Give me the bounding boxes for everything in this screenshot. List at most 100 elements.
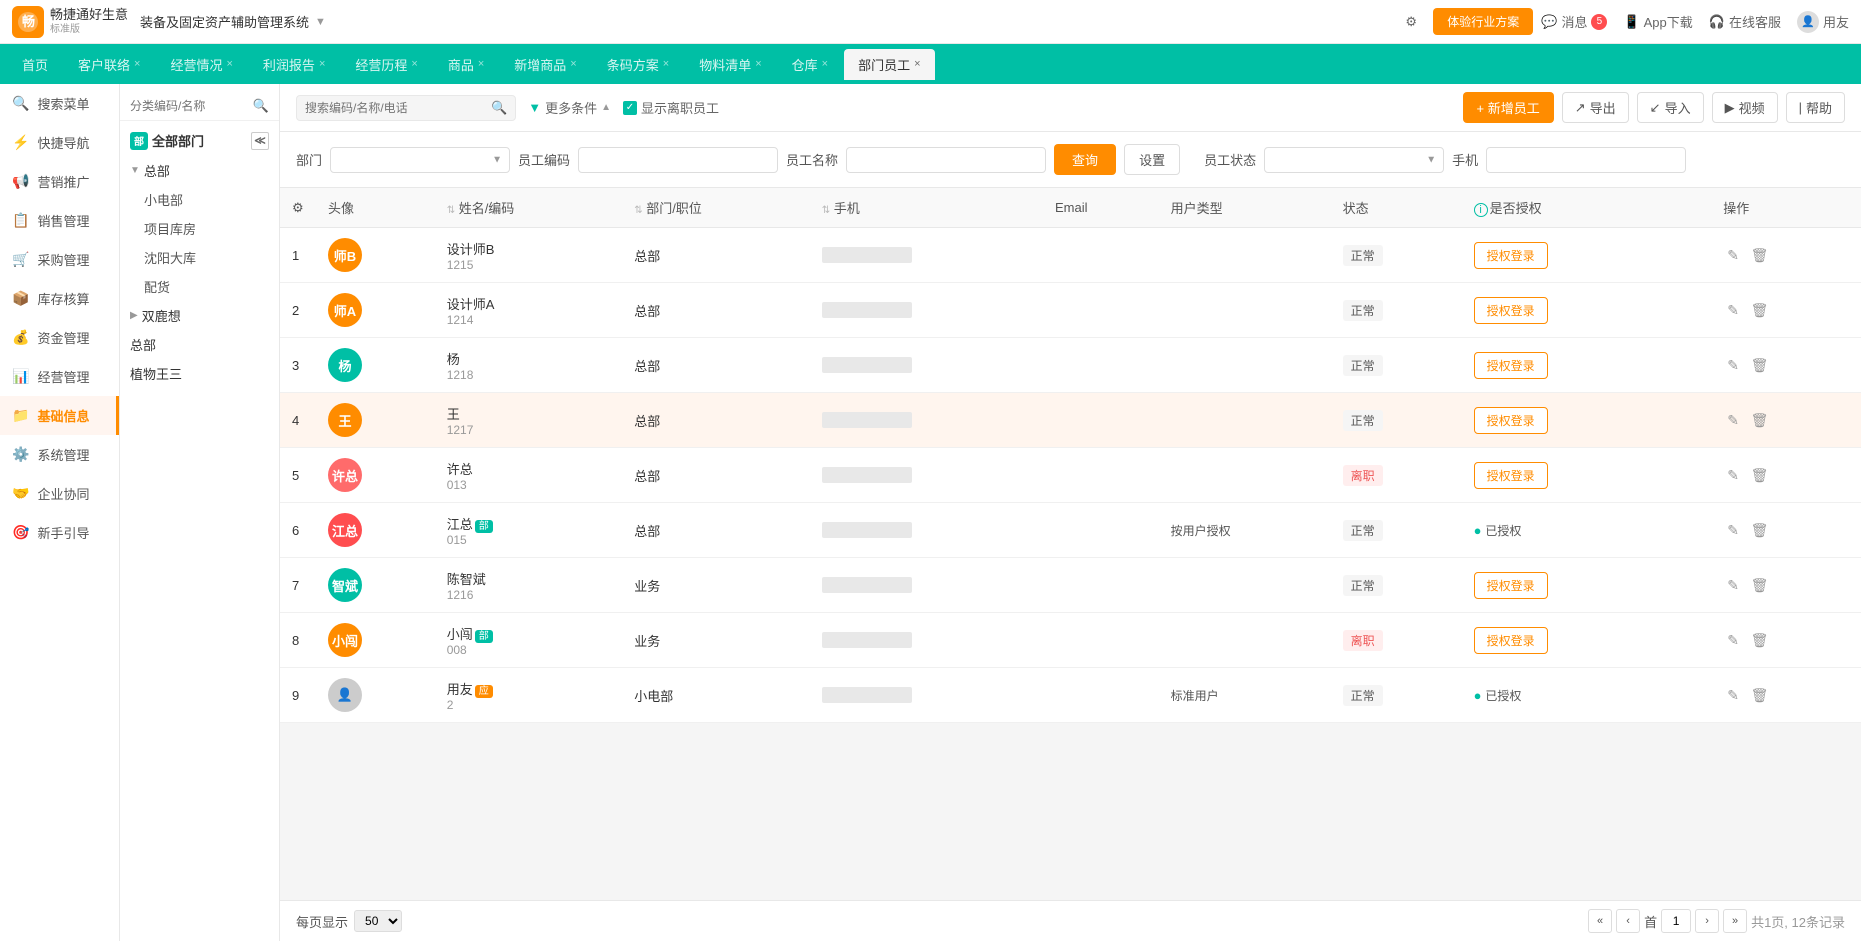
online-service-btn[interactable]: 🎧 在线客服 [1709, 12, 1781, 31]
sidebar-item-营销推广[interactable]: 📢营销推广 [0, 162, 119, 201]
auth-login-btn[interactable]: 授权登录 [1474, 407, 1548, 434]
edit-btn[interactable]: ✎ [1723, 465, 1743, 486]
trial-button[interactable]: 体验行业方案 [1433, 8, 1533, 35]
edit-btn[interactable]: ✎ [1723, 630, 1743, 651]
set-btn[interactable]: 设置 [1124, 144, 1180, 175]
delete-btn[interactable]: 🗑 [1747, 410, 1773, 431]
import-btn[interactable]: ↙ 导入 [1637, 92, 1704, 123]
delete-btn[interactable]: 🗑 [1747, 630, 1773, 651]
col-dept[interactable]: ⇅ 部门/职位 [622, 188, 810, 228]
first-page-btn[interactable]: « [1588, 909, 1612, 933]
tab-close-icon[interactable]: × [478, 58, 484, 70]
next-page-btn[interactable]: › [1695, 909, 1719, 933]
help-btn[interactable]: | 帮助 [1786, 92, 1845, 123]
tree-node-xiangmukufang[interactable]: 项目库房 [120, 214, 279, 243]
edit-btn[interactable]: ✎ [1723, 245, 1743, 266]
emp-name-input[interactable] [846, 147, 1046, 173]
tab-close-icon[interactable]: × [319, 58, 325, 70]
sidebar-item-快捷导航[interactable]: ⚡快捷导航 [0, 123, 119, 162]
phone-input[interactable] [1486, 147, 1686, 173]
tab-close-icon[interactable]: × [570, 58, 576, 70]
col-settings[interactable]: ⚙ [280, 188, 316, 228]
message-btn[interactable]: 💬 消息 5 [1541, 12, 1607, 31]
sidebar-item-经营管理[interactable]: 📊经营管理 [0, 357, 119, 396]
sidebar-item-资金管理[interactable]: 💰资金管理 [0, 318, 119, 357]
tab-close-icon[interactable]: × [663, 58, 669, 70]
tree-node-xiaodibu[interactable]: 小电部 [120, 185, 279, 214]
user-btn[interactable]: 👤 用友 [1797, 11, 1849, 33]
app-download-btn[interactable]: 📱 App下载 [1623, 12, 1692, 31]
tree-node-zongbu[interactable]: ▼ 总部 [120, 156, 279, 185]
nav-tab-条码方案[interactable]: 条码方案 × [593, 49, 683, 80]
per-page-select[interactable]: 50 [354, 910, 402, 932]
all-dept-header[interactable]: 部 全部部门 ≪ [120, 125, 279, 156]
edit-btn[interactable]: ✎ [1723, 520, 1743, 541]
page-number-input[interactable] [1661, 909, 1691, 933]
sidebar-item-搜索菜单[interactable]: 🔍搜索菜单 [0, 84, 119, 123]
edit-btn[interactable]: ✎ [1723, 410, 1743, 431]
tree-node-peihuo[interactable]: 配货 [120, 272, 279, 301]
auth-login-btn[interactable]: 授权登录 [1474, 242, 1548, 269]
auth-login-btn[interactable]: 授权登录 [1474, 627, 1548, 654]
search-input[interactable] [305, 101, 485, 115]
delete-btn[interactable]: 🗑 [1747, 520, 1773, 541]
auth-login-btn[interactable]: 授权登录 [1474, 297, 1548, 324]
dept-select[interactable] [330, 147, 510, 173]
delete-btn[interactable]: 🗑 [1747, 245, 1773, 266]
more-filter-btn[interactable]: ▼ 更多条件 ▲ [528, 98, 611, 117]
tab-close-icon[interactable]: × [134, 58, 140, 70]
nav-tab-新增商品[interactable]: 新增商品 × [500, 49, 590, 80]
nav-tab-利润报告[interactable]: 利润报告 × [249, 49, 339, 80]
col-phone[interactable]: ⇅ 手机 [810, 188, 1043, 228]
sidebar-item-系统管理[interactable]: ⚙️系统管理 [0, 435, 119, 474]
delete-btn[interactable]: 🗑 [1747, 355, 1773, 376]
tab-close-icon[interactable]: × [226, 58, 232, 70]
tree-search-input[interactable] [130, 99, 253, 113]
sidebar-item-库存核算[interactable]: 📦库存核算 [0, 279, 119, 318]
view-btn[interactable]: ▶ 视频 [1712, 92, 1778, 123]
nav-tab-经营情况[interactable]: 经营情况 × [156, 49, 246, 80]
export-btn[interactable]: ↗ 导出 [1562, 92, 1629, 123]
delete-btn[interactable]: 🗑 [1747, 465, 1773, 486]
tree-node-shenyang[interactable]: 沈阳大库 [120, 243, 279, 272]
auth-login-btn[interactable]: 授权登录 [1474, 462, 1548, 489]
auth-login-btn[interactable]: 授权登录 [1474, 572, 1548, 599]
sidebar-item-基础信息[interactable]: 📁基础信息 [0, 396, 119, 435]
edit-btn[interactable]: ✎ [1723, 685, 1743, 706]
tab-close-icon[interactable]: × [914, 58, 920, 70]
tree-node-shuanglu[interactable]: ▶ 双鹿想 [120, 301, 279, 330]
auth-login-btn[interactable]: 授权登录 [1474, 352, 1548, 379]
delete-btn[interactable]: 🗑 [1747, 685, 1773, 706]
show-former-toggle[interactable]: ✓ 显示离职员工 [623, 98, 719, 117]
nav-tab-首页[interactable]: 首页 [8, 49, 62, 80]
query-btn[interactable]: 查询 [1054, 144, 1116, 175]
nav-tab-仓库[interactable]: 仓库 × [778, 49, 842, 80]
delete-btn[interactable]: 🗑 [1747, 300, 1773, 321]
edit-btn[interactable]: ✎ [1723, 355, 1743, 376]
tab-close-icon[interactable]: × [755, 58, 761, 70]
nav-tab-物料清单[interactable]: 物料清单 × [685, 49, 775, 80]
nav-tab-部门员工[interactable]: 部门员工 × [844, 49, 934, 80]
sidebar-item-新手引导[interactable]: 🎯新手引导 [0, 513, 119, 552]
col-name[interactable]: ⇅ 姓名/编码 [435, 188, 623, 228]
nav-tab-客户联络[interactable]: 客户联络 × [64, 49, 154, 80]
last-page-btn[interactable]: » [1723, 909, 1747, 933]
emp-status-select[interactable] [1264, 147, 1444, 173]
tab-close-icon[interactable]: × [411, 58, 417, 70]
tree-node-zongbu2[interactable]: 总部 [120, 330, 279, 359]
delete-btn[interactable]: 🗑 [1747, 575, 1773, 596]
edit-btn[interactable]: ✎ [1723, 575, 1743, 596]
tab-close-icon[interactable]: × [822, 58, 828, 70]
gear-button[interactable]: ⚙ [1397, 8, 1425, 36]
collapse-button[interactable]: ≪ [251, 132, 269, 150]
prev-page-btn[interactable]: ‹ [1616, 909, 1640, 933]
sidebar-item-销售管理[interactable]: 📋销售管理 [0, 201, 119, 240]
sidebar-item-采购管理[interactable]: 🛒采购管理 [0, 240, 119, 279]
emp-code-input[interactable] [578, 147, 778, 173]
edit-btn[interactable]: ✎ [1723, 300, 1743, 321]
nav-tab-经营历程[interactable]: 经营历程 × [341, 49, 431, 80]
tree-node-zhiwu[interactable]: 植物王三 [120, 359, 279, 388]
nav-tab-商品[interactable]: 商品 × [434, 49, 498, 80]
sidebar-item-企业协同[interactable]: 🤝企业协同 [0, 474, 119, 513]
add-employee-btn[interactable]: + 新增员工 [1463, 92, 1554, 123]
